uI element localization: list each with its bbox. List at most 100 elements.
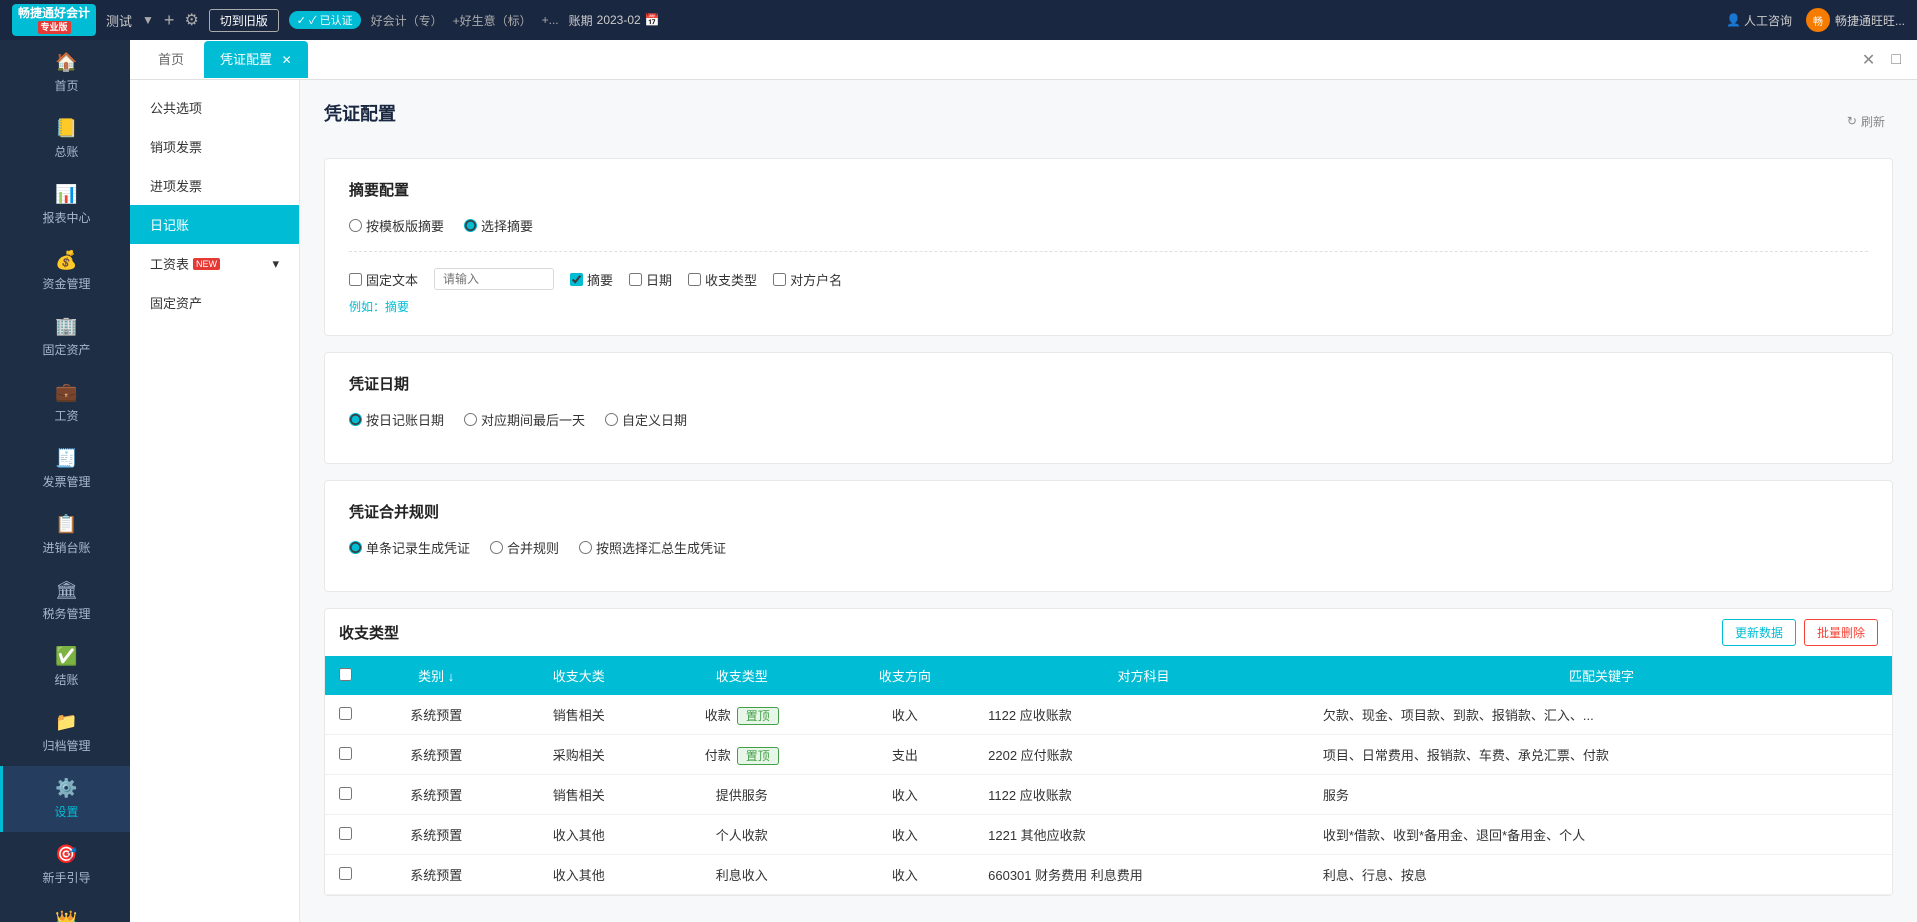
sort-icon[interactable]: ↓ bbox=[448, 669, 455, 684]
sidebar-item-asset[interactable]: 🏢 固定资产 bbox=[0, 304, 130, 370]
refresh-btn[interactable]: ↻ 刷新 bbox=[1839, 109, 1893, 134]
radio-template[interactable] bbox=[349, 219, 362, 232]
row-checkbox[interactable] bbox=[339, 787, 352, 800]
col-category: 类别 ↓ bbox=[365, 656, 507, 695]
tab-voucher-config[interactable]: 凭证配置 ✕ bbox=[204, 41, 308, 78]
sidebar-item-tax[interactable]: 🏛 税务管理 bbox=[0, 568, 130, 634]
sidebar-item-report[interactable]: 📊 报表中心 bbox=[0, 172, 130, 238]
service-icon: 👤 bbox=[1726, 13, 1741, 27]
cell-subject: 2202 应付账款 bbox=[976, 735, 1311, 775]
sidebar-item-guide[interactable]: 🎯 新手引导 bbox=[0, 832, 130, 898]
select-all-checkbox[interactable] bbox=[339, 668, 352, 681]
radio-custom-date-label[interactable]: 自定义日期 bbox=[605, 410, 687, 429]
checkbox-income-type-label[interactable]: 收支类型 bbox=[688, 270, 757, 289]
tab-maximize-btn[interactable]: □ bbox=[1887, 48, 1905, 72]
checkbox-summary[interactable] bbox=[570, 273, 583, 286]
checkbox-date[interactable] bbox=[629, 273, 642, 286]
report-icon: 📊 bbox=[55, 184, 77, 205]
radio-journal-date[interactable] bbox=[349, 413, 362, 426]
sidebar-item-settlement[interactable]: ✅ 结账 bbox=[0, 634, 130, 700]
table-title: 收支类型 bbox=[339, 622, 399, 643]
radio-template-label[interactable]: 按模板版摘要 bbox=[349, 216, 444, 235]
sidebar-item-ledger[interactable]: 📒 总账 bbox=[0, 106, 130, 172]
type-badge[interactable]: 置顶 bbox=[737, 747, 779, 765]
radio-merge-label[interactable]: 合并规则 bbox=[490, 538, 559, 557]
checkbox-summary-label[interactable]: 摘要 bbox=[570, 270, 613, 289]
cell-subject: 1122 应收账款 bbox=[976, 775, 1311, 815]
sidebar-item-home[interactable]: 🏠 首页 bbox=[0, 40, 130, 106]
radio-select-label[interactable]: 选择摘要 bbox=[464, 216, 533, 235]
user-profile[interactable]: 畅 畅捷通旺旺... bbox=[1806, 8, 1905, 32]
expand-icon: ▾ bbox=[272, 256, 279, 272]
left-nav-purchase-invoice[interactable]: 进项发票 bbox=[130, 166, 299, 205]
refresh-icon: ↻ bbox=[1847, 114, 1857, 128]
left-nav-public[interactable]: 公共选项 bbox=[130, 88, 299, 127]
cell-subject: 1221 其他应收款 bbox=[976, 815, 1311, 855]
summary-radio-group: 按模板版摘要 选择摘要 bbox=[349, 216, 1868, 235]
content-area: 凭证配置 ↻ 刷新 摘要配置 按模板版摘要 选择摘要 bbox=[300, 80, 1917, 922]
checkbox-fixed-text[interactable] bbox=[349, 273, 362, 286]
tab-minimize-btn[interactable]: ✕ bbox=[1858, 48, 1879, 72]
page-title: 凭证配置 bbox=[324, 100, 396, 126]
left-nav-sales-invoice[interactable]: 销项发票 bbox=[130, 127, 299, 166]
settlement-icon: ✅ bbox=[55, 646, 77, 667]
divider1 bbox=[349, 251, 1868, 252]
row-checkbox[interactable] bbox=[339, 827, 352, 840]
radio-single[interactable] bbox=[349, 541, 362, 554]
radio-journal-date-label[interactable]: 按日记账日期 bbox=[349, 410, 444, 429]
checkbox-counterpart[interactable] bbox=[773, 273, 786, 286]
radio-merge[interactable] bbox=[490, 541, 503, 554]
radio-select[interactable] bbox=[464, 219, 477, 232]
row-checkbox[interactable] bbox=[339, 707, 352, 720]
row-checkbox[interactable] bbox=[339, 867, 352, 880]
left-nav-journal[interactable]: 日记账 bbox=[130, 205, 299, 244]
voucher-date-title: 凭证日期 bbox=[349, 373, 1868, 394]
row-checkbox[interactable] bbox=[339, 747, 352, 760]
table-row: 系统预置采购相关付款置顶支出2202 应付账款项目、日常费用、报销款、车费、承兑… bbox=[325, 735, 1892, 775]
new-badge: NEW bbox=[193, 258, 220, 270]
fund-icon: 💰 bbox=[55, 250, 77, 271]
sidebar-item-invoice[interactable]: 🧾 发票管理 bbox=[0, 436, 130, 502]
col-type: 收支类型 bbox=[650, 656, 834, 695]
sidebar-item-settings[interactable]: ⚙️ 设置 bbox=[0, 766, 130, 832]
checkbox-date-label[interactable]: 日期 bbox=[629, 270, 672, 289]
income-expense-table: 类别 ↓ 收支大类 收支类型 收支方向 对方科目 匹配关键字 系统预置销售相关收… bbox=[325, 656, 1892, 895]
tab-close-btn[interactable]: ✕ bbox=[282, 53, 292, 67]
update-data-btn[interactable]: 更新数据 bbox=[1722, 619, 1796, 646]
radio-summary-generate[interactable] bbox=[579, 541, 592, 554]
asset-icon: 🏢 bbox=[55, 316, 77, 337]
radio-single-label[interactable]: 单条记录生成凭证 bbox=[349, 538, 470, 557]
summary-checkbox-group: 固定文本 摘要 日期 收支类型 bbox=[349, 268, 1868, 290]
batch-delete-btn[interactable]: 批量删除 bbox=[1804, 619, 1878, 646]
tab-bar-right: ✕ □ bbox=[1858, 48, 1905, 72]
cell-type: 个人收款 bbox=[650, 815, 834, 855]
fixed-text-input[interactable] bbox=[434, 268, 554, 290]
checkbox-counterpart-label[interactable]: 对方户名 bbox=[773, 270, 842, 289]
checkbox-fixed-text-label[interactable]: 固定文本 bbox=[349, 270, 418, 289]
radio-period-last[interactable] bbox=[464, 413, 477, 426]
switch-old-btn[interactable]: 切到旧版 bbox=[209, 9, 279, 32]
left-nav-fixed-assets[interactable]: 固定资产 bbox=[130, 283, 299, 322]
company-dropdown-icon[interactable]: ▼ bbox=[142, 13, 154, 27]
left-nav-salary-table[interactable]: 工资表 NEW ▾ bbox=[130, 244, 299, 283]
sidebar-item-purchase[interactable]: 📋 进销台账 bbox=[0, 502, 130, 568]
cell-major-type: 收入其他 bbox=[507, 855, 649, 895]
cell-major-type: 采购相关 bbox=[507, 735, 649, 775]
tab-home[interactable]: 首页 bbox=[142, 41, 200, 78]
type-badge[interactable]: 置顶 bbox=[737, 707, 779, 725]
radio-custom-date[interactable] bbox=[605, 413, 618, 426]
service-btn[interactable]: 👤 人工咨询 bbox=[1726, 12, 1792, 29]
checkbox-income-type[interactable] bbox=[688, 273, 701, 286]
settings-icon[interactable]: ⚙ bbox=[184, 10, 198, 30]
sidebar-item-salary[interactable]: 💼 工资 bbox=[0, 370, 130, 436]
cell-keywords: 收到*借款、收到*备用金、退回*备用金、个人 bbox=[1311, 815, 1892, 855]
table-row: 系统预置销售相关收款置顶收入1122 应收账款欠款、现金、项目款、到款、报销款、… bbox=[325, 695, 1892, 735]
sidebar-item-fund[interactable]: 💰 资金管理 bbox=[0, 238, 130, 304]
sidebar-item-member[interactable]: 👑 畅会员 bbox=[0, 898, 130, 922]
sidebar-item-archive[interactable]: 📁 归档管理 bbox=[0, 700, 130, 766]
add-icon[interactable]: + bbox=[164, 10, 175, 31]
radio-period-last-label[interactable]: 对应期间最后一天 bbox=[464, 410, 585, 429]
radio-summary-generate-label[interactable]: 按照选择汇总生成凭证 bbox=[579, 538, 726, 557]
calendar-icon[interactable]: 📅 bbox=[645, 13, 660, 27]
cell-major-type: 销售相关 bbox=[507, 695, 649, 735]
